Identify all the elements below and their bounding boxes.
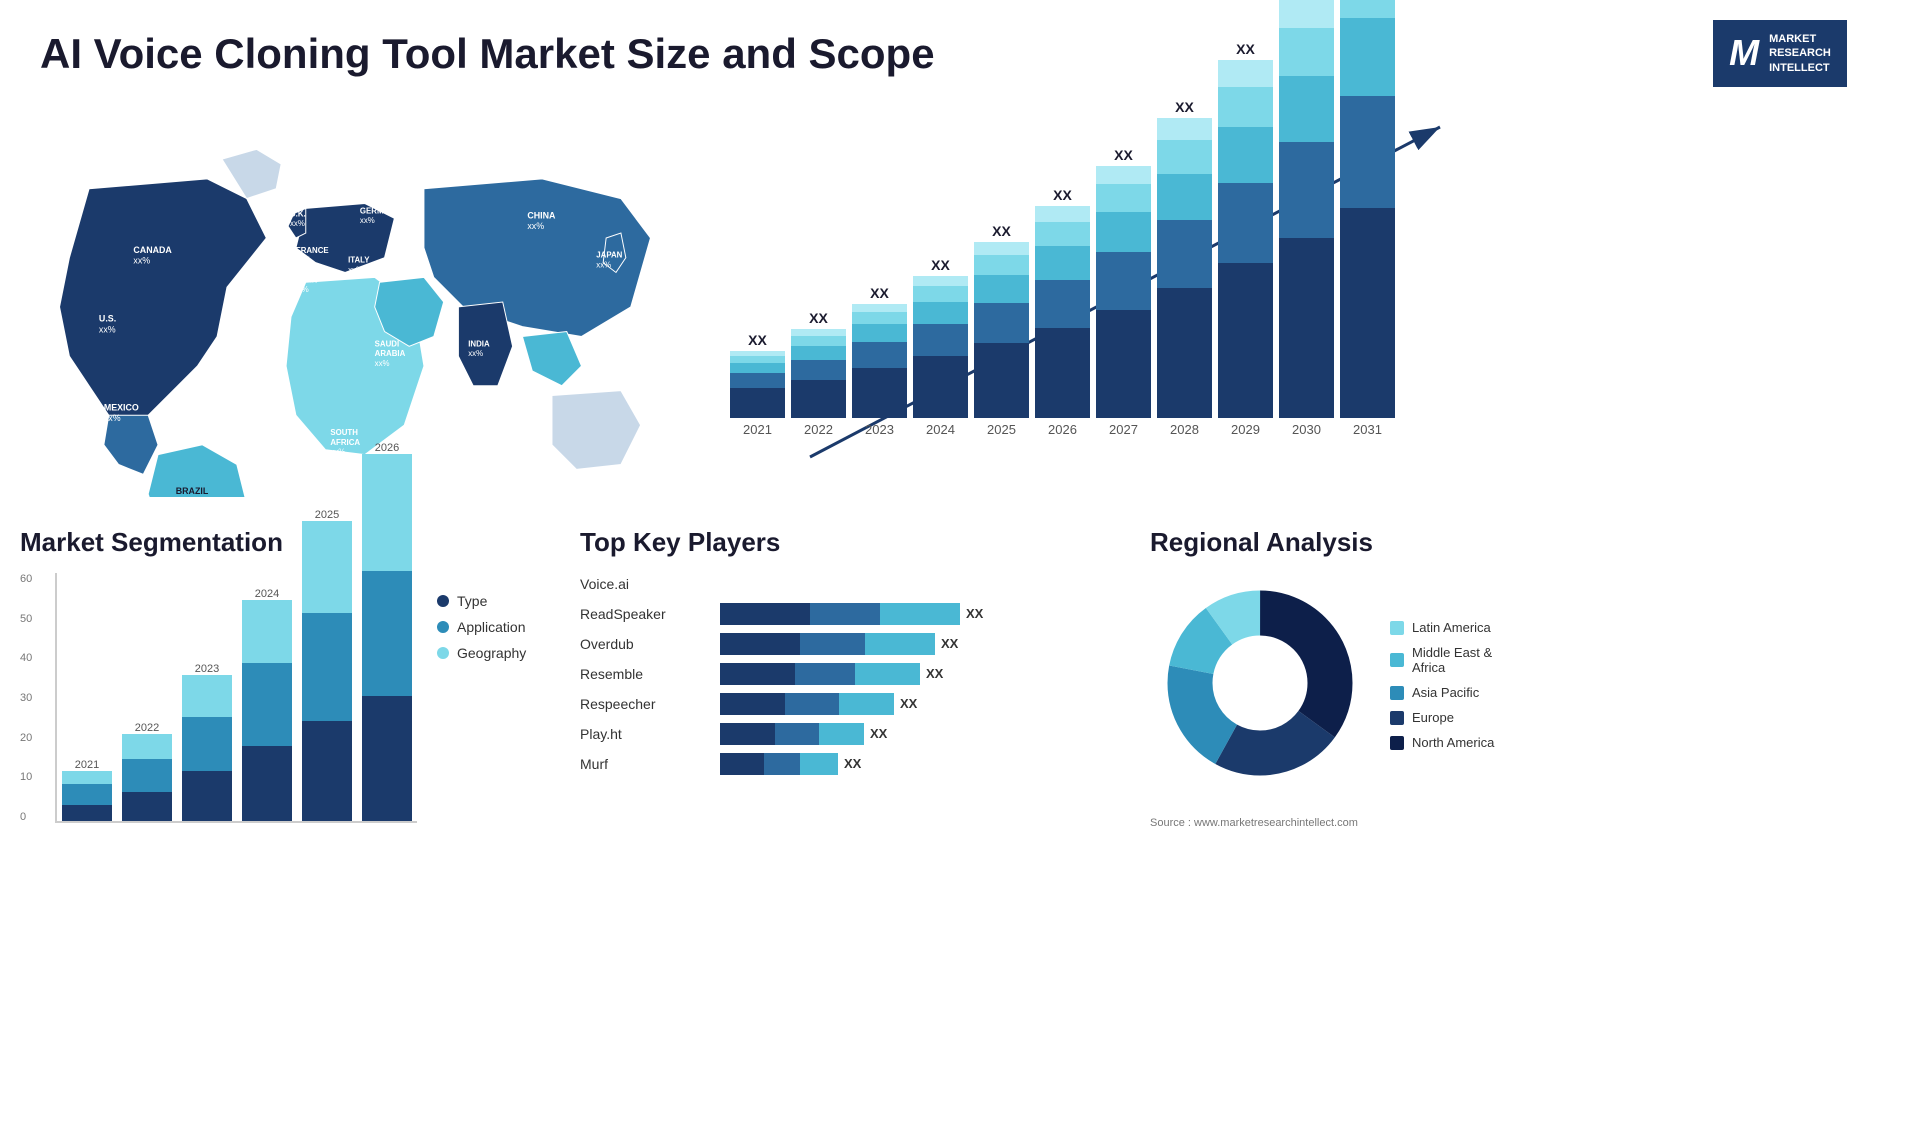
logo-text: MARKET RESEARCH INTELLECT: [1769, 32, 1831, 75]
regional-content: Latin America Middle East &Africa Asia P…: [1150, 573, 1900, 798]
svg-text:xx%: xx%: [290, 219, 305, 228]
bar-group-2023: XX 2023: [852, 285, 907, 437]
donut-chart: [1150, 573, 1370, 798]
legend-apac: Asia Pacific: [1390, 685, 1494, 700]
legend-latin: Latin America: [1390, 620, 1494, 635]
svg-text:INDIA: INDIA: [468, 339, 490, 348]
world-map-section: CANADA xx% U.S. xx% MEXICO xx% BRAZIL xx…: [20, 97, 690, 512]
world-map-svg: CANADA xx% U.S. xx% MEXICO xx% BRAZIL xx…: [30, 107, 680, 497]
svg-text:GERMANY: GERMANY: [360, 206, 401, 215]
svg-text:FRANCE: FRANCE: [296, 246, 329, 255]
player-row-overdub: Overdub XX: [580, 633, 1130, 655]
player-row-respeecher: Respeecher XX: [580, 693, 1130, 715]
legend-geography: Geography: [437, 645, 526, 661]
bar-group-2027: XX 2027: [1096, 147, 1151, 437]
regional-legend: Latin America Middle East &Africa Asia P…: [1390, 620, 1494, 750]
key-players-title: Top Key Players: [580, 527, 1130, 558]
header: AI Voice Cloning Tool Market Size and Sc…: [0, 0, 1920, 97]
svg-text:SPAIN: SPAIN: [294, 275, 318, 284]
bar-chart-bars: XX 2021 XX: [730, 97, 1880, 437]
bar-group-2021: XX 2021: [730, 332, 785, 437]
svg-text:xx%: xx%: [375, 359, 390, 368]
geography-dot: [437, 647, 449, 659]
logo-area: M MARKET RESEARCH INTELLECT: [1680, 20, 1880, 87]
svg-text:xx%: xx%: [133, 255, 150, 265]
svg-text:SOUTH: SOUTH: [330, 428, 358, 437]
donut-svg: [1150, 573, 1370, 793]
seg-bar-2021: 2021: [62, 755, 112, 821]
y-axis: 60 50 40 30 20 10 0: [20, 573, 32, 823]
svg-text:xx%: xx%: [330, 448, 345, 457]
legend-north-america: North America: [1390, 735, 1494, 750]
player-row-voiceai: Voice.ai: [580, 573, 1130, 595]
logo-box: M MARKET RESEARCH INTELLECT: [1713, 20, 1847, 87]
seg-bar-2024: 2024: [242, 584, 292, 821]
regional-title: Regional Analysis: [1150, 527, 1900, 558]
bar-group-2022: XX 2022: [791, 310, 846, 437]
svg-text:BRAZIL: BRAZIL: [176, 486, 209, 496]
svg-text:SAUDI: SAUDI: [375, 339, 399, 348]
svg-text:xx%: xx%: [104, 413, 121, 423]
seg-bars: 2021 2022 2023: [55, 573, 417, 823]
bar-group-2029: XX 2029: [1218, 41, 1273, 437]
application-dot: [437, 621, 449, 633]
svg-text:xx%: xx%: [348, 265, 363, 274]
svg-text:xx%: xx%: [99, 324, 116, 334]
source-area: Source : www.marketresearchintellect.com: [1150, 813, 1900, 831]
player-row-playht: Play.ht XX: [580, 723, 1130, 745]
top-row: CANADA xx% U.S. xx% MEXICO xx% BRAZIL xx…: [0, 97, 1920, 512]
bar-group-2026: XX 2026: [1035, 187, 1090, 437]
seg-bar-2022: 2022: [122, 718, 172, 821]
svg-text:xx%: xx%: [596, 260, 611, 269]
players-list: Voice.ai ReadSpeaker XX Overdub: [580, 573, 1130, 775]
type-dot: [437, 595, 449, 607]
legend-europe: Europe: [1390, 710, 1494, 725]
bottom-row: Market Segmentation 60 50 40 30 20 10 0: [0, 522, 1920, 836]
svg-text:xx%: xx%: [296, 255, 311, 264]
page-title: AI Voice Cloning Tool Market Size and Sc…: [40, 30, 935, 78]
svg-text:ITALY: ITALY: [348, 255, 370, 264]
bar-group-2030: XX 2030: [1279, 0, 1334, 437]
key-players-section: Top Key Players Voice.ai ReadSpeaker XX: [580, 527, 1130, 831]
legend-type: Type: [437, 593, 526, 609]
seg-chart-wrapper: 60 50 40 30 20 10 0 2021: [20, 573, 417, 823]
seg-bar-2026: 2026: [362, 438, 412, 821]
svg-text:xx%: xx%: [527, 221, 544, 231]
svg-text:U.S.: U.S.: [99, 314, 116, 324]
svg-text:AFRICA: AFRICA: [330, 438, 360, 447]
source-text: Source : www.marketresearchintellect.com: [1150, 817, 1358, 829]
svg-text:xx%: xx%: [360, 216, 375, 225]
logo-letter: M: [1729, 32, 1759, 74]
player-row-readspeaker: ReadSpeaker XX: [580, 603, 1130, 625]
segmentation-content: 60 50 40 30 20 10 0 2021: [20, 573, 560, 823]
segmentation-section: Market Segmentation 60 50 40 30 20 10 0: [20, 527, 560, 831]
legend-application: Application: [437, 619, 526, 635]
svg-text:U.K.: U.K.: [290, 209, 306, 218]
bar-chart-section: XX 2021 XX: [710, 97, 1900, 512]
legend-mea: Middle East &Africa: [1390, 645, 1494, 675]
regional-section: Regional Analysis: [1150, 527, 1900, 831]
bar-group-2025: XX 2025: [974, 223, 1029, 437]
bar-group-2024: XX 2024: [913, 257, 968, 437]
svg-text:MEXICO: MEXICO: [104, 402, 139, 412]
svg-text:xx%: xx%: [468, 349, 483, 358]
segmentation-title: Market Segmentation: [20, 527, 560, 558]
svg-text:ARABIA: ARABIA: [375, 349, 406, 358]
seg-legend: Type Application Geography: [437, 593, 526, 823]
svg-text:xx%: xx%: [294, 285, 309, 294]
svg-text:JAPAN: JAPAN: [596, 251, 622, 260]
svg-text:CANADA: CANADA: [133, 245, 172, 255]
bar-chart-container: XX 2021 XX: [730, 97, 1880, 487]
player-row-resemble: Resemble XX: [580, 663, 1130, 685]
seg-bar-2025: 2025: [302, 505, 352, 821]
seg-bar-2023: 2023: [182, 659, 232, 821]
svg-text:CHINA: CHINA: [527, 210, 556, 220]
player-row-murf: Murf XX: [580, 753, 1130, 775]
bar-group-2031: XX 2031: [1340, 0, 1395, 437]
bar-group-2028: XX 2028: [1157, 99, 1212, 437]
